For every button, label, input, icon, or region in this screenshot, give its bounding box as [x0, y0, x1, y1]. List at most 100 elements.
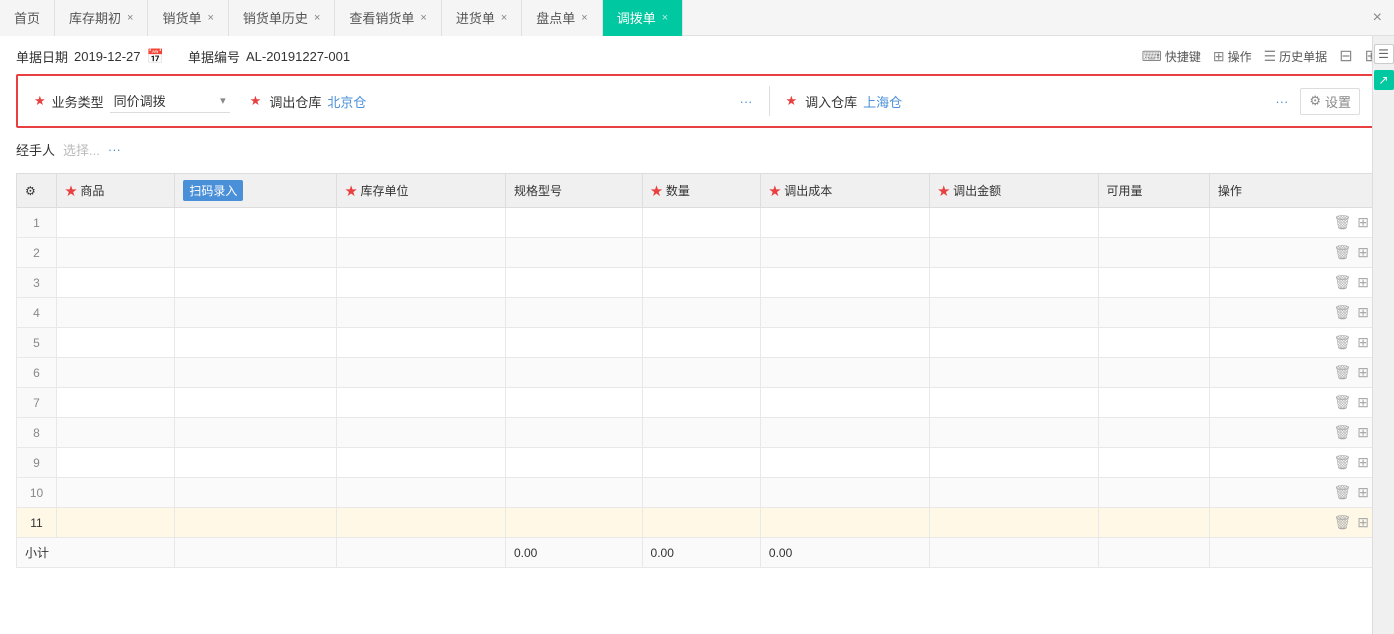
spec-cell[interactable] — [505, 388, 642, 418]
close-icon[interactable]: × — [314, 12, 320, 24]
available-cell[interactable] — [1098, 508, 1209, 538]
amount-cell[interactable] — [929, 268, 1098, 298]
unit-cell[interactable] — [337, 328, 506, 358]
close-icon[interactable]: × — [127, 12, 133, 24]
copy-row-icon[interactable]: ⊞ — [1357, 424, 1369, 441]
qty-cell[interactable] — [642, 328, 760, 358]
grid-view-icon[interactable]: ⊟ — [1339, 46, 1352, 66]
tab-sales-history[interactable]: 销货单历史 × — [229, 0, 335, 36]
spec-cell[interactable] — [505, 508, 642, 538]
tab-purchase[interactable]: 进货单 × — [442, 0, 522, 36]
unit-cell[interactable] — [337, 478, 506, 508]
shortcut-button[interactable]: ⌨ 快捷键 — [1142, 48, 1201, 65]
business-type-dropdown[interactable]: 同价调拨 ▾ — [110, 89, 230, 113]
product-cell[interactable] — [57, 358, 175, 388]
copy-row-icon[interactable]: ⊞ — [1357, 334, 1369, 351]
warehouse-out-more-button[interactable]: ··· — [740, 94, 753, 109]
delete-row-icon[interactable]: 🗑 — [1333, 394, 1351, 411]
unit-cell[interactable] — [337, 358, 506, 388]
copy-row-icon[interactable]: ⊞ — [1357, 244, 1369, 261]
available-cell[interactable] — [1098, 448, 1209, 478]
window-close-button[interactable]: × — [1361, 9, 1394, 27]
settings-gear[interactable]: ⚙ — [25, 184, 36, 198]
spec-cell[interactable] — [505, 328, 642, 358]
available-cell[interactable] — [1098, 238, 1209, 268]
warehouse-in-more-button[interactable]: ··· — [1275, 94, 1288, 109]
amount-cell[interactable] — [929, 298, 1098, 328]
copy-row-icon[interactable]: ⊞ — [1357, 484, 1369, 501]
available-cell[interactable] — [1098, 208, 1209, 238]
copy-row-icon[interactable]: ⊞ — [1357, 304, 1369, 321]
amount-cell[interactable] — [929, 418, 1098, 448]
spec-cell[interactable] — [505, 358, 642, 388]
product-cell[interactable] — [57, 238, 175, 268]
qty-cell[interactable] — [642, 208, 760, 238]
spec-cell[interactable] — [505, 478, 642, 508]
cost-cell[interactable] — [760, 508, 929, 538]
delete-row-icon[interactable]: 🗑 — [1333, 304, 1351, 321]
delete-row-icon[interactable]: 🗑 — [1333, 214, 1351, 231]
qty-cell[interactable] — [642, 358, 760, 388]
product-cell[interactable] — [57, 208, 175, 238]
available-cell[interactable] — [1098, 478, 1209, 508]
amount-cell[interactable] — [929, 208, 1098, 238]
delete-row-icon[interactable]: 🗑 — [1333, 514, 1351, 531]
gear-column-header[interactable]: ⚙ — [17, 174, 57, 208]
amount-cell[interactable] — [929, 388, 1098, 418]
qty-cell[interactable] — [642, 478, 760, 508]
delete-row-icon[interactable]: 🗑 — [1333, 484, 1351, 501]
copy-row-icon[interactable]: ⊞ — [1357, 454, 1369, 471]
tab-view-sales[interactable]: 查看销货单 × — [335, 0, 441, 36]
sidebar-expand-icon[interactable]: ↗ — [1374, 70, 1394, 90]
copy-row-icon[interactable]: ⊞ — [1357, 394, 1369, 411]
available-cell[interactable] — [1098, 358, 1209, 388]
spec-cell[interactable] — [505, 238, 642, 268]
amount-cell[interactable] — [929, 358, 1098, 388]
tab-sales-order[interactable]: 销货单 × — [148, 0, 228, 36]
delete-row-icon[interactable]: 🗑 — [1333, 364, 1351, 381]
unit-cell[interactable] — [337, 418, 506, 448]
unit-cell[interactable] — [337, 208, 506, 238]
spec-cell[interactable] — [505, 268, 642, 298]
delete-row-icon[interactable]: 🗑 — [1333, 334, 1351, 351]
tab-inventory-init[interactable]: 库存期初 × — [55, 0, 148, 36]
tab-home[interactable]: 首页 — [0, 0, 55, 36]
sidebar-list-icon[interactable]: ☰ — [1374, 44, 1394, 64]
delete-row-icon[interactable]: 🗑 — [1333, 454, 1351, 471]
product-cell[interactable] — [57, 418, 175, 448]
spec-cell[interactable] — [505, 418, 642, 448]
cost-cell[interactable] — [760, 268, 929, 298]
cost-cell[interactable] — [760, 418, 929, 448]
available-cell[interactable] — [1098, 298, 1209, 328]
qty-cell[interactable] — [642, 418, 760, 448]
amount-cell[interactable] — [929, 478, 1098, 508]
cost-cell[interactable] — [760, 238, 929, 268]
cost-cell[interactable] — [760, 358, 929, 388]
scan-button[interactable]: 扫码录入 — [183, 180, 243, 201]
qty-cell[interactable] — [642, 298, 760, 328]
copy-row-icon[interactable]: ⊞ — [1357, 364, 1369, 381]
available-cell[interactable] — [1098, 268, 1209, 298]
product-cell[interactable] — [57, 388, 175, 418]
cost-cell[interactable] — [760, 208, 929, 238]
settings-button[interactable]: ⚙ 设置 — [1300, 88, 1360, 115]
unit-cell[interactable] — [337, 238, 506, 268]
product-cell[interactable] — [57, 478, 175, 508]
available-cell[interactable] — [1098, 418, 1209, 448]
tab-transfer[interactable]: 调拨单 × — [603, 0, 683, 36]
product-cell[interactable] — [57, 328, 175, 358]
close-icon[interactable]: × — [207, 12, 213, 24]
qty-cell[interactable] — [642, 388, 760, 418]
spec-cell[interactable] — [505, 298, 642, 328]
qty-cell[interactable] — [642, 238, 760, 268]
amount-cell[interactable] — [929, 508, 1098, 538]
tab-stocktake[interactable]: 盘点单 × — [522, 0, 602, 36]
product-cell[interactable] — [57, 298, 175, 328]
person-more-button[interactable]: ··· — [108, 142, 121, 157]
copy-row-icon[interactable]: ⊞ — [1357, 514, 1369, 531]
close-icon[interactable]: × — [501, 12, 507, 24]
product-cell[interactable] — [57, 268, 175, 298]
unit-cell[interactable] — [337, 448, 506, 478]
delete-row-icon[interactable]: 🗑 — [1333, 424, 1351, 441]
amount-cell[interactable] — [929, 238, 1098, 268]
